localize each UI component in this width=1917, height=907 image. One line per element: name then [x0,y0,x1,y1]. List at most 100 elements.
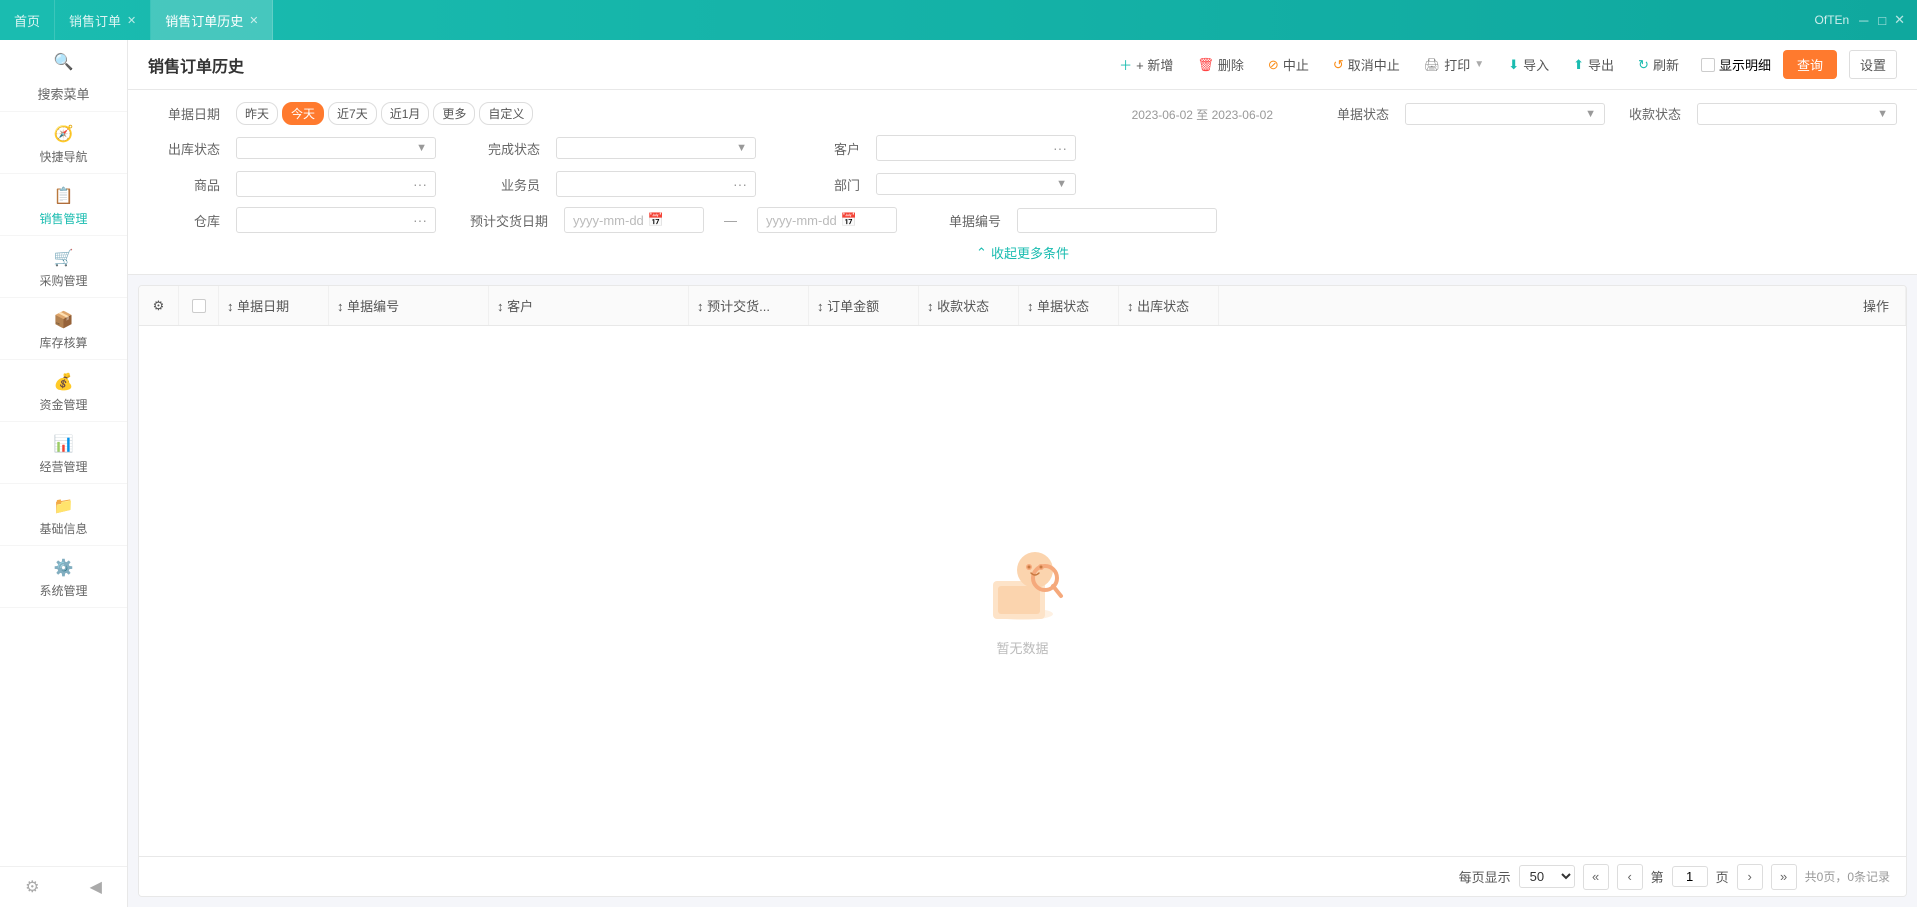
new-icon: ＋ [1119,55,1132,74]
th-settings[interactable]: ⚙ [139,286,179,325]
page-size-select[interactable]: 50 10 20 100 [1519,865,1575,888]
th-pay-status[interactable]: ↕ 收款状态 [919,286,1019,325]
page-size-text: 每页显示 [1459,867,1511,886]
th-delivery[interactable]: ↕ 预计交货... [689,286,809,325]
first-page-btn[interactable]: « [1583,864,1609,890]
complete-status-select[interactable]: ▼ [556,137,756,159]
display-detail-label: 显示明细 [1719,55,1771,74]
maximize-btn[interactable]: □ [1878,13,1886,28]
select-all-checkbox[interactable] [192,299,206,313]
page-label: 第 [1651,867,1664,886]
th-checkbox[interactable] [179,286,219,325]
date-btn-today[interactable]: 今天 [282,102,324,125]
out-status-select[interactable]: ▼ [236,137,436,159]
prev-page-btn[interactable]: ‹ [1617,864,1643,890]
import-button[interactable]: ⬇ 导入 [1502,51,1555,78]
sidebar-item-quick-nav[interactable]: 🧭 快捷导航 [0,112,127,174]
sidebar-item-purchase-mgmt[interactable]: 🛒 采购管理 [0,236,127,298]
empty-illustration [973,526,1073,626]
cancel-stop-button[interactable]: ↺ 取消中止 [1327,51,1406,78]
page-header: 销售订单历史 ＋ + 新增 🗑 删除 ⊘ 中止 ↺ [128,40,1917,90]
query-button[interactable]: 查询 [1783,50,1837,79]
tab-sales-order[interactable]: 销售订单 ✕ [55,0,151,40]
sidebar-item-sys-mgmt[interactable]: ⚙️ 系统管理 [0,546,127,608]
export-label: 导出 [1588,55,1614,74]
th-customer[interactable]: ↕ 客户 [489,286,689,325]
warehouse-label: 仓库 [148,211,220,230]
dept-select[interactable]: ▼ [876,173,1076,195]
pay-status-select[interactable]: ▼ [1697,103,1897,125]
sidebar-search[interactable]: 🔍 搜索菜单 [0,40,127,112]
page-number-input[interactable] [1672,866,1708,887]
date-btn-1month[interactable]: 近1月 [381,102,430,125]
sidebar-item-operations[interactable]: 📊 经营管理 [0,422,127,484]
next-page-btn[interactable]: › [1737,864,1763,890]
tab-sales-order-close[interactable]: ✕ [127,14,136,27]
date-btn-7days[interactable]: 近7天 [328,102,377,125]
goods-dots-icon[interactable]: ··· [413,176,427,192]
tab-sales-order-history-close[interactable]: ✕ [249,14,258,27]
salesman-field[interactable]: ··· [556,171,756,197]
th-billno[interactable]: ↕ 单据编号 [329,286,489,325]
tab-sales-order-history[interactable]: 销售订单历史 ✕ [151,0,273,40]
stop-button[interactable]: ⊘ 中止 [1262,51,1315,78]
th-out-status-label: ↕ 出库状态 [1127,296,1189,315]
date-btn-custom[interactable]: 自定义 [479,102,533,125]
print-button[interactable]: 🖨 打印 ▼ [1418,51,1490,78]
export-button[interactable]: ⬆ 导出 [1567,51,1620,78]
delete-button[interactable]: 🗑 删除 [1191,51,1250,78]
th-bill-status-label: ↕ 单据状态 [1027,296,1089,315]
th-out-status[interactable]: ↕ 出库状态 [1119,286,1219,325]
complete-status-label: 完成状态 [468,139,540,158]
display-detail-checkbox[interactable] [1701,58,1715,72]
sidebar-item-operations-label: 经营管理 [39,458,87,475]
th-bill-status[interactable]: ↕ 单据状态 [1019,286,1119,325]
cancel-stop-label: 取消中止 [1348,55,1400,74]
basic-info-icon: 📁 [54,496,74,516]
th-amount[interactable]: ↕ 订单金额 [809,286,919,325]
total-records-text: 共0页，0条记录 [1805,868,1890,885]
empty-text: 暂无数据 [996,638,1048,657]
sidebar-item-finance[interactable]: 💰 资金管理 [0,360,127,422]
warehouse-dots-icon[interactable]: ··· [413,212,427,228]
minimize-btn[interactable]: － [1857,11,1870,30]
sidebar-item-inventory[interactable]: 📦 库存核算 [0,298,127,360]
salesman-dots-icon[interactable]: ··· [733,176,747,192]
cal-end-icon: 📅 [841,212,857,228]
th-date[interactable]: ↕ 单据日期 [219,286,329,325]
bill-no-input[interactable] [1017,208,1217,233]
sidebar: 🔍 搜索菜单 🧭 快捷导航 📋 销售管理 🛒 采购管理 📦 库存核算 💰 资金管… [0,40,128,907]
goods-field[interactable]: ··· [236,171,436,197]
date-btn-yesterday[interactable]: 昨天 [236,102,278,125]
last-page-btn[interactable]: » [1771,864,1797,890]
th-amount-label: ↕ 订单金额 [817,296,879,315]
salesman-label: 业务员 [468,175,540,194]
query-label: 查询 [1797,55,1823,74]
warehouse-field[interactable]: ··· [236,207,436,233]
sidebar-item-basic-info[interactable]: 📁 基础信息 [0,484,127,546]
delivery-date-label: 预计交货日期 [468,211,548,230]
customer-field[interactable]: ··· [876,135,1076,161]
date-btn-more[interactable]: 更多 [433,102,475,125]
tab-home[interactable]: + 新增 首页 [0,0,55,40]
customer-dots-icon[interactable]: ··· [1053,140,1067,156]
refresh-button[interactable]: ↻ 刷新 [1632,51,1685,78]
close-btn[interactable]: ✕ [1894,12,1905,28]
settings-bottom-icon[interactable]: ⚙ [25,877,39,897]
delivery-date-start[interactable]: yyyy-mm-dd 📅 [564,207,704,233]
sidebar-item-basic-info-label: 基础信息 [39,520,87,537]
sidebar-item-quick-nav-label: 快捷导航 [39,148,87,165]
sidebar-item-sales-mgmt[interactable]: 📋 销售管理 [0,174,127,236]
delivery-date-end[interactable]: yyyy-mm-dd 📅 [757,207,897,233]
settings-button[interactable]: 设置 [1849,50,1897,79]
table-body: 暂无数据 [139,326,1906,856]
filter-row-2: 出库状态 ▼ 完成状态 ▼ 客户 ··· [148,135,1897,161]
collapse-sidebar-icon[interactable]: ◀ [90,877,102,897]
bill-status-label: 单据状态 [1329,104,1389,123]
sales-mgmt-icon: 📋 [54,186,74,206]
bill-status-select[interactable]: ▼ [1405,103,1605,125]
first-page-icon: « [1592,869,1599,884]
collapse-filter-btn[interactable]: ⌃ 收起更多条件 [148,243,1897,262]
bill-date-value: 昨天 今天 近7天 近1月 更多 自定义 [236,102,1116,125]
new-button[interactable]: ＋ + 新增 [1113,51,1179,78]
